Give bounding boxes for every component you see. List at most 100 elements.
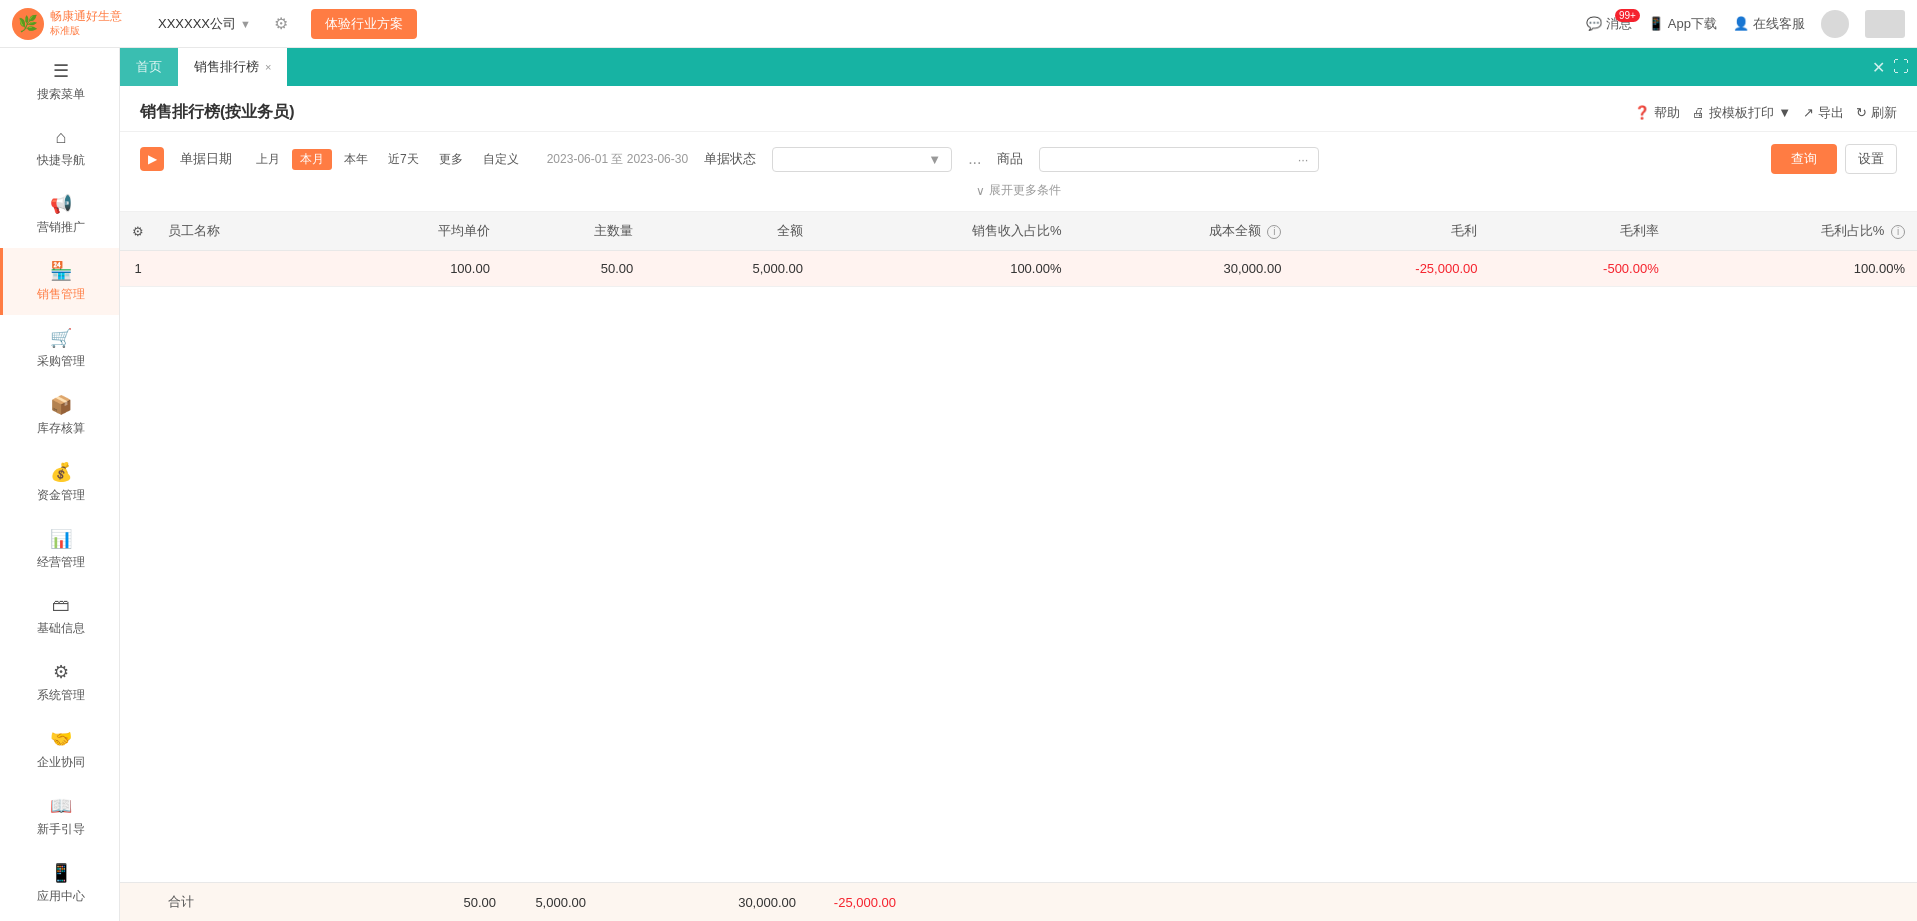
tab-home[interactable]: 首页 [120,48,178,86]
top-bar-left: 🌿 畅康通好生意 标准版 XXXXXX公司 ▼ ⚙ 体验行业方案 [12,8,417,40]
date-option-last-month[interactable]: 上月 [248,149,288,170]
cell-cost: 30,000.00 [1073,251,1293,287]
sidebar-item-label: 经营管理 [37,554,85,571]
user-avatar[interactable] [1821,10,1849,38]
home-icon: ⌂ [56,127,67,148]
help-label: 帮助 [1654,104,1680,122]
sidebar-item-label: 系统管理 [37,687,85,704]
sidebar-item-corp[interactable]: 🤝 企业协同 [0,716,119,783]
th-settings[interactable]: ⚙ [120,212,156,251]
sidebar-item-purchase[interactable]: 🛒 采购管理 [0,315,119,382]
goods-more-icon: ··· [1298,152,1309,167]
tab-home-label: 首页 [136,58,162,76]
expand-chevron-icon: ∨ [976,184,985,198]
sidebar-item-label: 企业协同 [37,754,85,771]
goods-filter-label: 商品 [997,150,1023,168]
th-avg-price: 平均单价 [329,212,502,251]
export-icon: ↗ [1803,105,1814,120]
download-icon: 📱 [1648,16,1664,31]
date-option-this-month[interactable]: 本月 [292,149,332,170]
sidebar-item-search[interactable]: ☰ 搜索菜单 [0,48,119,115]
refresh-button[interactable]: ↻ 刷新 [1856,104,1897,122]
corp-icon: 🤝 [50,728,72,750]
sidebar-item-marketing[interactable]: 📢 营销推广 [0,181,119,248]
print-label: 按模板打印 [1709,104,1774,122]
logo-area: 🌿 畅康通好生意 标准版 [12,8,122,40]
company-selector[interactable]: XXXXXX公司 ▼ [150,11,259,37]
trial-button[interactable]: 体验行业方案 [311,9,417,39]
more-filters-icon[interactable]: ... [968,150,981,168]
sales-icon: 🏪 [50,260,72,282]
date-option-7days[interactable]: 近7天 [380,149,427,170]
cell-gross: -25,000.00 [1293,251,1489,287]
status-select[interactable]: ▼ [772,147,952,172]
tab-close-all-icon[interactable]: ✕ [1872,58,1885,77]
content-area: 首页 销售排行榜 × ✕ ⛶ 销售排行榜(按业务员) ❓ 帮 [120,48,1917,921]
status-chevron-icon: ▼ [928,152,941,167]
sidebar-item-finance[interactable]: 💰 资金管理 [0,449,119,516]
online-service-label: 在线客服 [1753,15,1805,33]
sidebar-item-guide[interactable]: 📖 新手引导 [0,783,119,850]
tab-close-icon[interactable]: × [265,61,271,73]
help-icon: ❓ [1634,105,1650,120]
sidebar-item-sales[interactable]: 🏪 销售管理 [0,248,119,315]
date-range-display: 2023-06-01 至 2023-06-30 [547,151,688,168]
app-download-label: App下载 [1668,15,1717,33]
cell-gross-pct: 100.00% [1671,251,1917,287]
sidebar-item-apps[interactable]: 📱 应用中心 [0,850,119,917]
inventory-icon: 📦 [50,394,72,416]
sidebar-item-label: 搜索菜单 [37,86,85,103]
tab-expand-icon[interactable]: ⛶ [1893,58,1909,76]
filter-expand-button[interactable]: ▶ [140,147,164,171]
gross-pct-info-icon[interactable]: i [1891,225,1905,239]
sidebar-item-inventory[interactable]: 📦 库存核算 [0,382,119,449]
report-title: 销售排行榜(按业务员) [140,102,295,123]
export-label: 导出 [1818,104,1844,122]
table-body: 1 100.00 50.00 5,000.00 100.00% 30,000.0… [120,251,1917,287]
export-button[interactable]: ↗ 导出 [1803,104,1844,122]
status-filter-label: 单据状态 [704,150,756,168]
sidebar-item-label: 应用中心 [37,888,85,905]
app-download-button[interactable]: 📱 App下载 [1648,15,1717,33]
tab-bar-actions: ✕ ⛶ [1872,58,1917,77]
settings-button[interactable]: 设置 [1845,144,1897,174]
date-options: 上月 本月 本年 近7天 更多 自定义 [248,149,527,170]
marketing-icon: 📢 [50,193,72,215]
print-chevron-icon: ▼ [1778,105,1791,120]
guide-icon: 📖 [50,795,72,817]
footer-amount: 5,000.00 [508,895,598,910]
service-icon: 👤 [1733,16,1749,31]
sidebar-item-business[interactable]: 📊 经营管理 [0,516,119,583]
footer-total-label: 合计 [168,893,348,911]
sidebar: ☰ 搜索菜单 ⌂ 快捷导航 📢 营销推广 🏪 销售管理 🛒 采购管理 📦 库存核… [0,48,120,921]
expand-more-button[interactable]: ∨ 展开更多条件 [976,182,1061,199]
sidebar-item-label: 销售管理 [37,286,85,303]
date-option-this-year[interactable]: 本年 [336,149,376,170]
company-settings-icon[interactable]: ⚙ [267,10,295,38]
sidebar-item-wechat[interactable]: 💬 企业微信 [0,917,119,921]
table-footer: 合计 50.00 5,000.00 30,000.00 -25,000.00 [120,882,1917,921]
help-button[interactable]: ❓ 帮助 [1634,104,1680,122]
sidebar-item-basic[interactable]: 🗃 基础信息 [0,583,119,649]
filter-area: ▶ 单据日期 上月 本月 本年 近7天 更多 自定义 2023-06-01 至 … [120,132,1917,212]
th-cost: 成本全额 i [1073,212,1293,251]
query-button[interactable]: 查询 [1771,144,1837,174]
top-bar: 🌿 畅康通好生意 标准版 XXXXXX公司 ▼ ⚙ 体验行业方案 💬 消息 99… [0,0,1917,48]
sidebar-item-shortcut[interactable]: ⌂ 快捷导航 [0,115,119,181]
sidebar-item-label: 库存核算 [37,420,85,437]
table-header-row: ⚙ 员工名称 平均单价 主数量 全额 销售收入占比% 成本全额 i 毛利 毛利率… [120,212,1917,251]
app-name: 畅康通好生意 [50,9,122,25]
cost-info-icon[interactable]: i [1267,225,1281,239]
messages-button[interactable]: 💬 消息 99+ [1586,15,1632,33]
tab-sales-ranking[interactable]: 销售排行榜 × [178,48,287,86]
date-option-more[interactable]: 更多 [431,149,471,170]
sidebar-item-label: 采购管理 [37,353,85,370]
online-service-button[interactable]: 👤 在线客服 [1733,15,1805,33]
sidebar-item-system[interactable]: ⚙ 系统管理 [0,649,119,716]
print-icon: 🖨 [1692,105,1705,120]
table-row[interactable]: 1 100.00 50.00 5,000.00 100.00% 30,000.0… [120,251,1917,287]
th-gross-pct: 毛利占比% i [1671,212,1917,251]
goods-select[interactable]: ··· [1039,147,1319,172]
date-option-custom[interactable]: 自定义 [475,149,527,170]
print-button[interactable]: 🖨 按模板打印 ▼ [1692,104,1791,122]
